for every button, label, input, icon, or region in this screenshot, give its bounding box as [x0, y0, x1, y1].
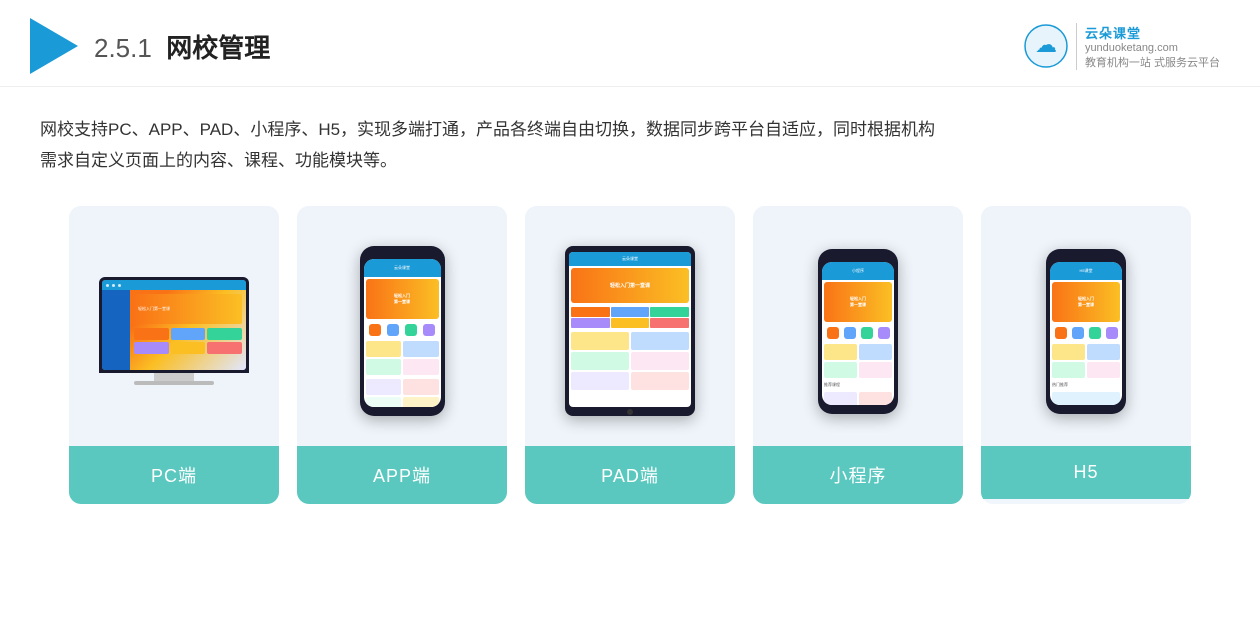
- pc-screen: 轻松入门第一堂课: [102, 280, 246, 370]
- description-block: 网校支持PC、APP、PAD、小程序、H5，实现多端打通，产品各终端自由切换，数…: [0, 87, 1260, 186]
- description-line2: 需求自定义页面上的内容、课程、功能模块等。: [40, 146, 1220, 177]
- miniprogram-phone-notch: [846, 255, 870, 260]
- h5-phone-notch: [1074, 255, 1098, 260]
- h5-phone-mockup: H5课堂 轻松入门 第一堂课: [1046, 249, 1126, 414]
- tablet-screen: 云朵课堂 轻松入门第一堂课: [569, 252, 691, 407]
- card-h5-label: H5: [981, 446, 1191, 499]
- miniprogram-phone-mockup: 小程序 轻松入门 第一堂课: [818, 249, 898, 414]
- tablet-mockup: 云朵课堂 轻松入门第一堂课: [565, 246, 695, 416]
- pc-mockup: 轻松入门第一堂课: [99, 277, 249, 385]
- brand-text: 云朵课堂 yunduoketang.com 教育机构一站 式服务云平台: [1076, 23, 1220, 70]
- card-h5-image: H5课堂 轻松入门 第一堂课: [981, 206, 1191, 446]
- page-header: 2.5.1 网校管理 ☁ 云朵课堂 yunduoketang.com 教育机构一…: [0, 0, 1260, 87]
- pc-base: [134, 381, 214, 385]
- card-pc-image: 轻松入门第一堂课: [69, 206, 279, 446]
- svg-text:☁: ☁: [1035, 32, 1057, 57]
- card-pad-image: 云朵课堂 轻松入门第一堂课: [525, 206, 735, 446]
- miniprogram-phone-screen: 小程序 轻松入门 第一堂课: [822, 262, 894, 405]
- card-miniprogram: 小程序 轻松入门 第一堂课: [753, 206, 963, 504]
- card-pad: 云朵课堂 轻松入门第一堂课: [525, 206, 735, 504]
- pc-stand: [154, 373, 194, 381]
- card-app-image: 云朵课堂 轻松入门 第一堂课: [297, 206, 507, 446]
- description-line1: 网校支持PC、APP、PAD、小程序、H5，实现多端打通，产品各终端自由切换，数…: [40, 115, 1220, 146]
- header-left: 2.5.1 网校管理: [30, 18, 270, 74]
- card-pc-label: PC端: [69, 446, 279, 504]
- tablet-home-btn: [627, 409, 633, 415]
- miniprogram-phone-outer: 小程序 轻松入门 第一堂课: [818, 249, 898, 414]
- app-phone-mockup: 云朵课堂 轻松入门 第一堂课: [360, 246, 445, 416]
- card-app-label: APP端: [297, 446, 507, 504]
- h5-phone-outer: H5课堂 轻松入门 第一堂课: [1046, 249, 1126, 414]
- tablet-outer: 云朵课堂 轻松入门第一堂课: [565, 246, 695, 416]
- card-pad-label: PAD端: [525, 446, 735, 504]
- pc-screen-outer: 轻松入门第一堂课: [99, 277, 249, 373]
- phone-outer: 云朵课堂 轻松入门 第一堂课: [360, 246, 445, 416]
- phone-notch: [390, 252, 414, 257]
- platform-cards: 轻松入门第一堂课: [0, 186, 1260, 534]
- brand-logo: ☁ 云朵课堂 yunduoketang.com 教育机构一站 式服务云平台: [1024, 23, 1220, 70]
- card-miniprogram-label: 小程序: [753, 446, 963, 504]
- logo-triangle-icon: [30, 18, 78, 74]
- card-h5: H5课堂 轻松入门 第一堂课: [981, 206, 1191, 504]
- card-app: 云朵课堂 轻松入门 第一堂课: [297, 206, 507, 504]
- card-miniprogram-image: 小程序 轻松入门 第一堂课: [753, 206, 963, 446]
- page-title: 2.5.1 网校管理: [94, 28, 270, 65]
- brand-cloud-icon: ☁: [1024, 24, 1068, 68]
- phone-screen: 云朵课堂 轻松入门 第一堂课: [364, 259, 441, 407]
- h5-phone-screen: H5课堂 轻松入门 第一堂课: [1050, 262, 1122, 405]
- card-pc: 轻松入门第一堂课: [69, 206, 279, 504]
